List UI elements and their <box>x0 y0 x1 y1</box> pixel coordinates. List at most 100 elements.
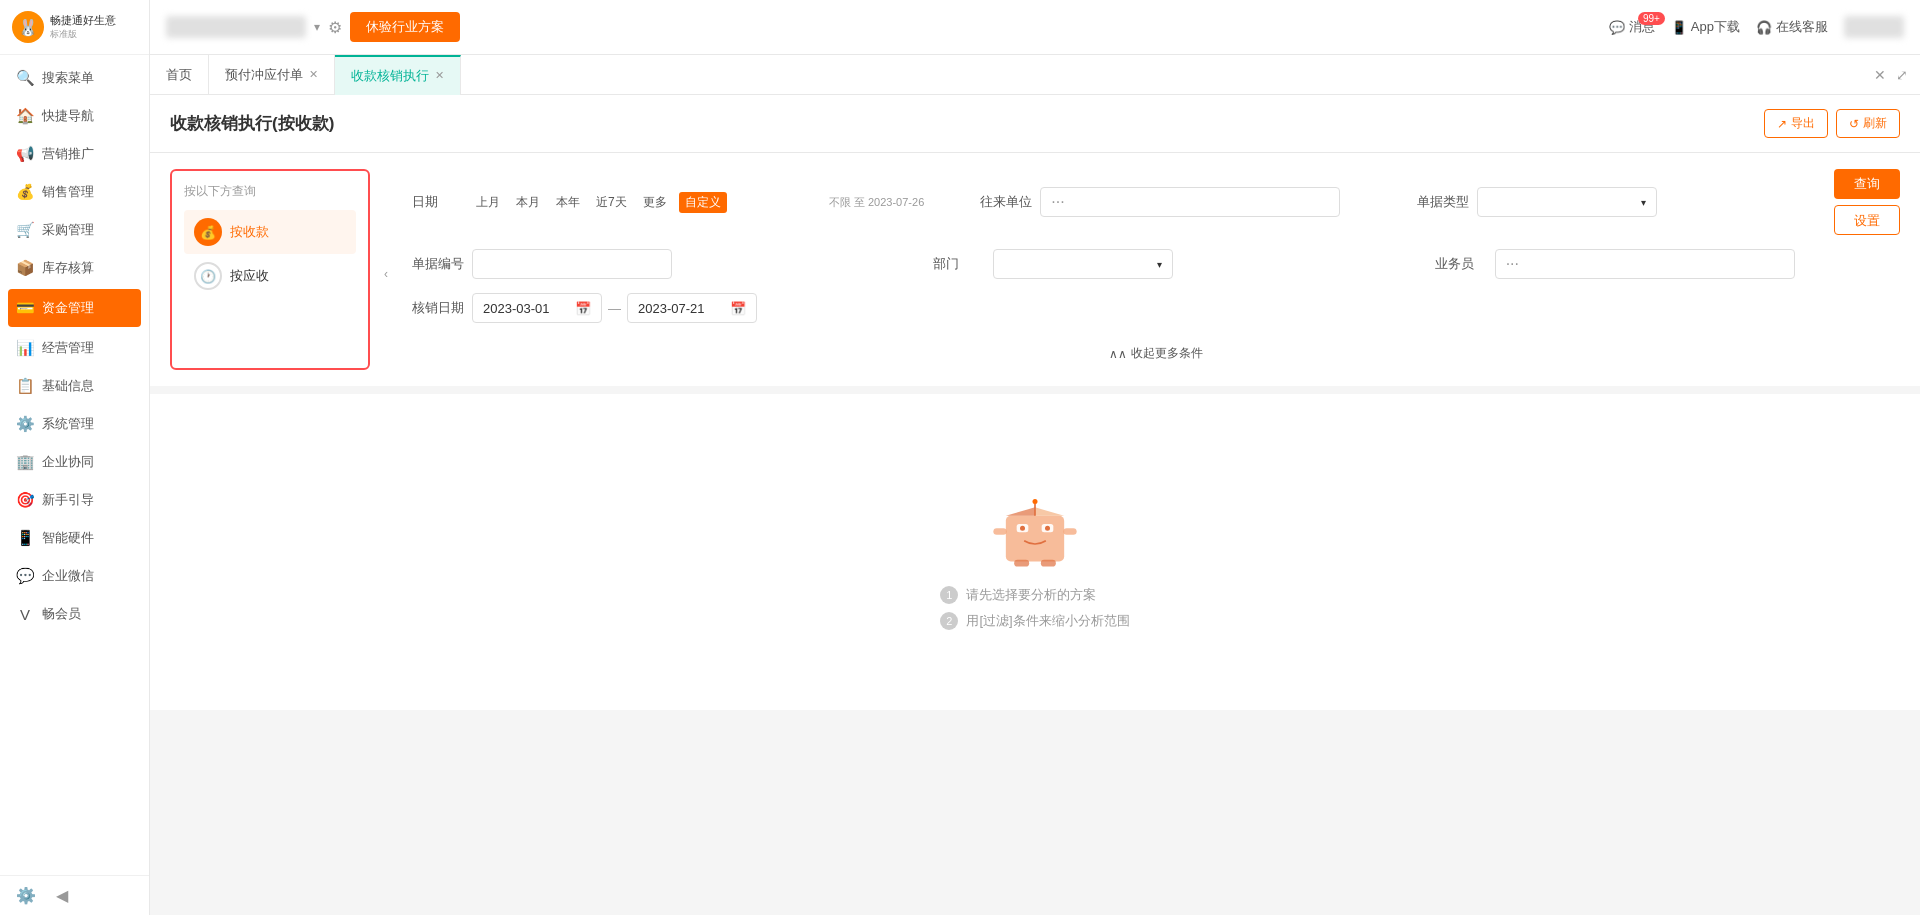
refresh-btn[interactable]: ↺ 刷新 <box>1836 109 1900 138</box>
target-icon: 🎯 <box>16 491 34 509</box>
online-service-btn[interactable]: 🎧 在线客服 <box>1756 18 1828 36</box>
sidebar-item-vip[interactable]: V 畅会员 <box>0 595 149 633</box>
nav-expand-icon[interactable]: ⤢ <box>1896 67 1908 83</box>
phone-icon: 📱 <box>16 529 34 547</box>
sidebar: 🐰 畅捷通好生意 标准版 🔍 搜索菜单 🏠 快捷导航 📢 营销推广 💰 销售管理… <box>0 0 150 915</box>
writeoff-start-input[interactable]: 2023-03-01 📅 <box>472 293 602 323</box>
megaphone-icon: 📢 <box>16 145 34 163</box>
counterpart-input[interactable]: ··· <box>1040 187 1340 217</box>
sidebar-item-wechat[interactable]: 💬 企业微信 <box>0 557 149 595</box>
collapse-chevron-icon: ∧∧ <box>1109 347 1127 361</box>
sidebar-item-finance[interactable]: 💳 资金管理 <box>8 289 141 327</box>
user-avatar <box>1844 16 1904 38</box>
tab-prepay-close[interactable]: ✕ <box>309 68 318 81</box>
box-icon: 📦 <box>16 259 34 277</box>
sidebar-item-search[interactable]: 🔍 搜索菜单 <box>0 59 149 97</box>
date-no-limit: 不限 至 2023-07-26 <box>829 195 924 210</box>
page-header: 收款核销执行(按收款) ↗ 导出 ↺ 刷新 <box>150 95 1920 153</box>
sidebar-item-quick-nav[interactable]: 🏠 快捷导航 <box>0 97 149 135</box>
industry-btn[interactable]: 休验行业方案 <box>350 12 460 42</box>
headset-icon: 🎧 <box>1756 20 1772 35</box>
docno-input[interactable] <box>472 249 672 279</box>
export-icon: ↗ <box>1777 117 1787 131</box>
app-download-btn[interactable]: 📱 App下载 <box>1671 18 1740 36</box>
filter-option-by-receivable[interactable]: 🕐 按应收 <box>184 254 356 298</box>
svg-rect-0 <box>1006 516 1064 562</box>
topbar-dropdown-icon[interactable]: ▾ <box>314 20 320 34</box>
tab-collection-close[interactable]: ✕ <box>435 69 444 82</box>
sidebar-item-enterprise[interactable]: 🏢 企业协同 <box>0 443 149 481</box>
dept-select[interactable]: ▾ <box>993 249 1173 279</box>
collapse-sidebar-icon[interactable]: ◀ <box>56 886 68 905</box>
salesperson-label: 业务员 <box>1435 255 1487 273</box>
svg-marker-2 <box>1035 507 1064 515</box>
main-content: ▾ ⚙ 休验行业方案 💬 消息 99+ 📱 App下载 🎧 在线客服 首页 <box>150 0 1920 915</box>
sidebar-item-purchase[interactable]: 🛒 采购管理 <box>0 211 149 249</box>
date-tab-more[interactable]: 更多 <box>639 192 671 213</box>
filter-row-2: 单据编号 部门 ▾ 业务员 ··· <box>412 249 1900 279</box>
filter-doctype-field: 单据类型 ▾ <box>1417 187 1818 217</box>
page-content: 收款核销执行(按收款) ↗ 导出 ↺ 刷新 按以下方查询 💰 <box>150 95 1920 915</box>
date-tab-this-month[interactable]: 本月 <box>512 192 544 213</box>
query-btn[interactable]: 查询 <box>1834 169 1900 199</box>
empty-tip-2: 2 用[过滤]条件来缩小分析范围 <box>940 612 1129 630</box>
filter-collapse-btn[interactable]: ‹ <box>376 177 396 370</box>
doctype-chevron-icon: ▾ <box>1641 197 1646 208</box>
dept-label: 部门 <box>933 255 985 273</box>
date-tab-custom[interactable]: 自定义 <box>679 192 727 213</box>
search-icon: 🔍 <box>16 69 34 87</box>
export-btn[interactable]: ↗ 导出 <box>1764 109 1828 138</box>
calendar-start-icon[interactable]: 📅 <box>575 301 591 316</box>
topbar-left: ▾ ⚙ 休验行业方案 <box>166 12 1597 42</box>
sidebar-item-hardware[interactable]: 📱 智能硬件 <box>0 519 149 557</box>
settings-bottom-icon[interactable]: ⚙️ <box>16 886 36 905</box>
tab-prepay[interactable]: 预付冲应付单 ✕ <box>209 55 335 95</box>
empty-tips: 1 请先选择要分析的方案 2 用[过滤]条件来缩小分析范围 <box>940 586 1129 630</box>
tab-collection[interactable]: 收款核销执行 ✕ <box>335 55 461 95</box>
filter-option-by-receipt[interactable]: 💰 按收款 <box>184 210 356 254</box>
building-icon: 🏢 <box>16 453 34 471</box>
svg-point-6 <box>1045 526 1050 531</box>
date-tab-this-year[interactable]: 本年 <box>552 192 584 213</box>
logo-text: 畅捷通好生意 标准版 <box>50 13 116 40</box>
nav-close-icon[interactable]: ✕ <box>1874 67 1886 83</box>
sidebar-item-inventory[interactable]: 📦 库存核算 <box>0 249 149 287</box>
cart-icon: 🛒 <box>16 221 34 239</box>
date-tab-7days[interactable]: 近7天 <box>592 192 631 213</box>
empty-illustration <box>985 474 1085 574</box>
sidebar-item-guide[interactable]: 🎯 新手引导 <box>0 481 149 519</box>
vip-icon: V <box>16 605 34 623</box>
collapse-more-btn[interactable]: ∧∧ 收起更多条件 <box>412 337 1900 370</box>
writeoff-end-input[interactable]: 2023-07-21 📅 <box>627 293 757 323</box>
sidebar-item-business[interactable]: 📊 经营管理 <box>0 329 149 367</box>
topbar: ▾ ⚙ 休验行业方案 💬 消息 99+ 📱 App下载 🎧 在线客服 <box>150 0 1920 55</box>
svg-marker-1 <box>1006 507 1035 515</box>
topbar-gear-icon[interactable]: ⚙ <box>328 18 342 37</box>
date-tab-last-month[interactable]: 上月 <box>472 192 504 213</box>
sidebar-item-basic[interactable]: 📋 基础信息 <box>0 367 149 405</box>
tab-home[interactable]: 首页 <box>150 55 209 95</box>
clipboard-icon: 📋 <box>16 377 34 395</box>
filter-docno-field: 单据编号 <box>412 249 877 279</box>
sidebar-item-marketing[interactable]: 📢 营销推广 <box>0 135 149 173</box>
svg-point-8 <box>1033 499 1038 504</box>
svg-rect-11 <box>1014 560 1029 567</box>
settings-btn[interactable]: 设置 <box>1834 205 1900 235</box>
calendar-end-icon[interactable]: 📅 <box>730 301 746 316</box>
empty-tip-1: 1 请先选择要分析的方案 <box>940 586 1129 604</box>
writeoff-date-range: 2023-03-01 📅 — 2023-07-21 📅 <box>472 293 757 323</box>
salesperson-input[interactable]: ··· <box>1495 249 1795 279</box>
message-btn[interactable]: 💬 消息 99+ <box>1609 18 1655 36</box>
date-tabs: 上月 本月 本年 近7天 更多 自定义 <box>472 192 727 213</box>
writeoff-date-label: 核销日期 <box>412 299 464 317</box>
message-icon: 💬 <box>1609 20 1625 35</box>
sidebar-item-sales[interactable]: 💰 销售管理 <box>0 173 149 211</box>
filter-sidebar-title: 按以下方查询 <box>184 183 356 200</box>
date-range-separator: — <box>608 301 621 316</box>
sidebar-item-system[interactable]: ⚙️ 系统管理 <box>0 405 149 443</box>
empty-state: 1 请先选择要分析的方案 2 用[过滤]条件来缩小分析范围 <box>150 394 1920 710</box>
filter-row-3: 核销日期 2023-03-01 📅 — 2023-07-21 📅 <box>412 293 1900 323</box>
doctype-select[interactable]: ▾ <box>1477 187 1657 217</box>
receipt-option-icon: 💰 <box>194 218 222 246</box>
doctype-label: 单据类型 <box>1417 193 1469 211</box>
